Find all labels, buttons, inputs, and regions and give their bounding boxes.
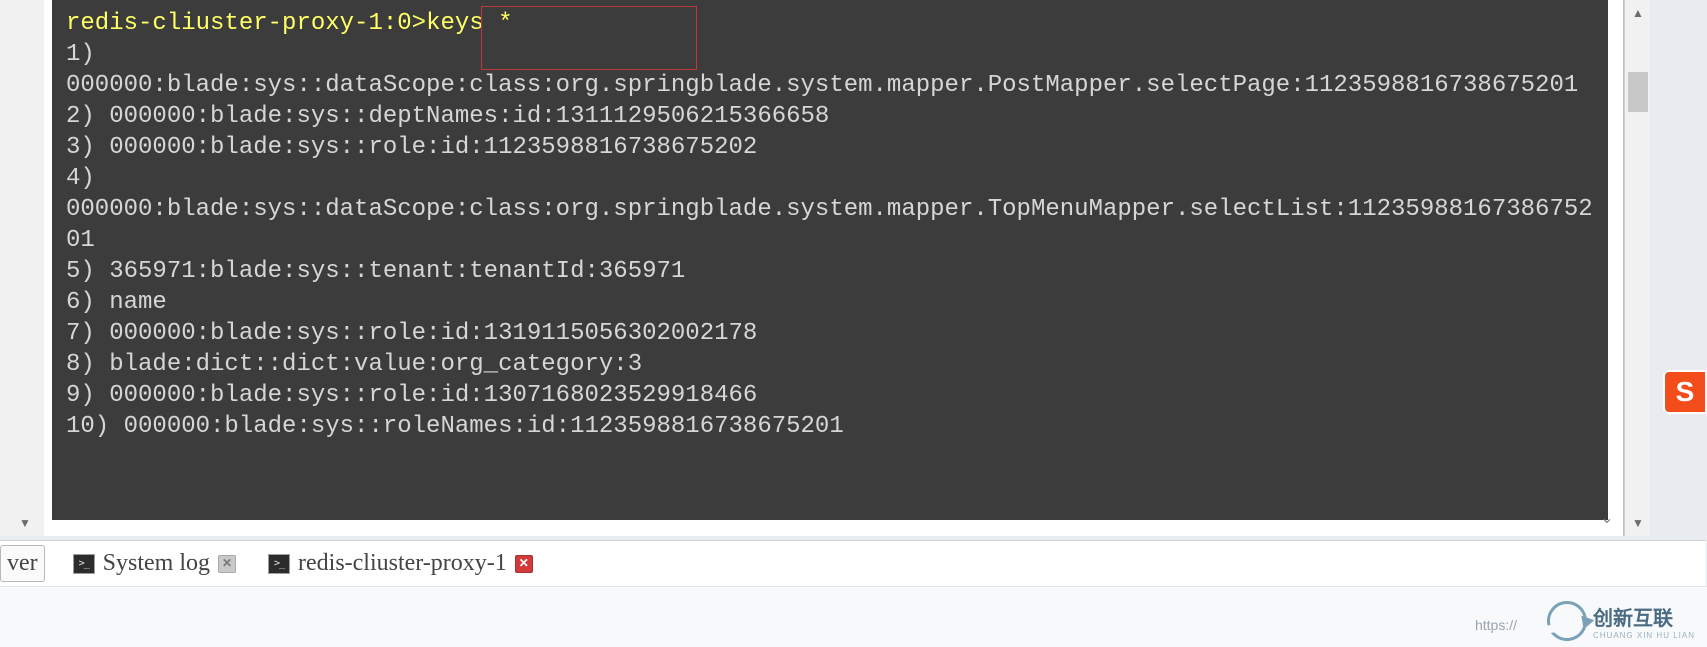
scroll-down-icon[interactable]: ▼: [12, 512, 38, 534]
left-scrollbar[interactable]: ▼: [0, 0, 44, 536]
terminal-icon: [268, 554, 290, 574]
scroll-down-icon[interactable]: ▼: [1625, 512, 1651, 534]
close-icon[interactable]: ✕: [515, 555, 533, 573]
left-scroll-track[interactable]: [8, 0, 34, 536]
logo-icon: [1544, 598, 1590, 644]
scroll-up-icon[interactable]: ▲: [1625, 2, 1651, 24]
logo-text-wrap: 创新互联 CHUANG XIN HU LIAN: [1593, 602, 1695, 640]
url-hint: https://: [1475, 617, 1517, 633]
right-scrollbar[interactable]: ▲ ▼: [1624, 0, 1650, 536]
terminal-icon: [73, 554, 95, 574]
terminal-output[interactable]: redis-cliuster-proxy-1:0>keys * 1) 00000…: [52, 0, 1608, 520]
brand-logo: 创新互联 CHUANG XIN HU LIAN: [1547, 601, 1695, 641]
tab-system-log[interactable]: System log ✕: [69, 548, 240, 579]
logo-text: 创新互联: [1593, 608, 1673, 630]
tab-redis-proxy[interactable]: redis-cliuster-proxy-1 ✕: [264, 548, 537, 579]
tab-trunc-left[interactable]: ver: [0, 545, 45, 582]
scroll-down-main-icon[interactable]: ⌄: [1595, 506, 1619, 530]
tab-label: redis-cliuster-proxy-1: [298, 550, 507, 577]
close-icon: ✕: [218, 555, 236, 573]
footer-bar: https:// 创新互联 CHUANG XIN HU LIAN: [0, 586, 1707, 647]
side-badge[interactable]: S: [1663, 370, 1707, 414]
tab-bar: ver System log ✕ redis-cliuster-proxy-1 …: [0, 540, 1706, 586]
tab-label: System log: [103, 550, 210, 577]
scroll-thumb[interactable]: [1628, 72, 1648, 112]
editor-area: redis-cliuster-proxy-1:0>keys * 1) 00000…: [44, 0, 1624, 536]
logo-subtext: CHUANG XIN HU LIAN: [1593, 631, 1695, 640]
